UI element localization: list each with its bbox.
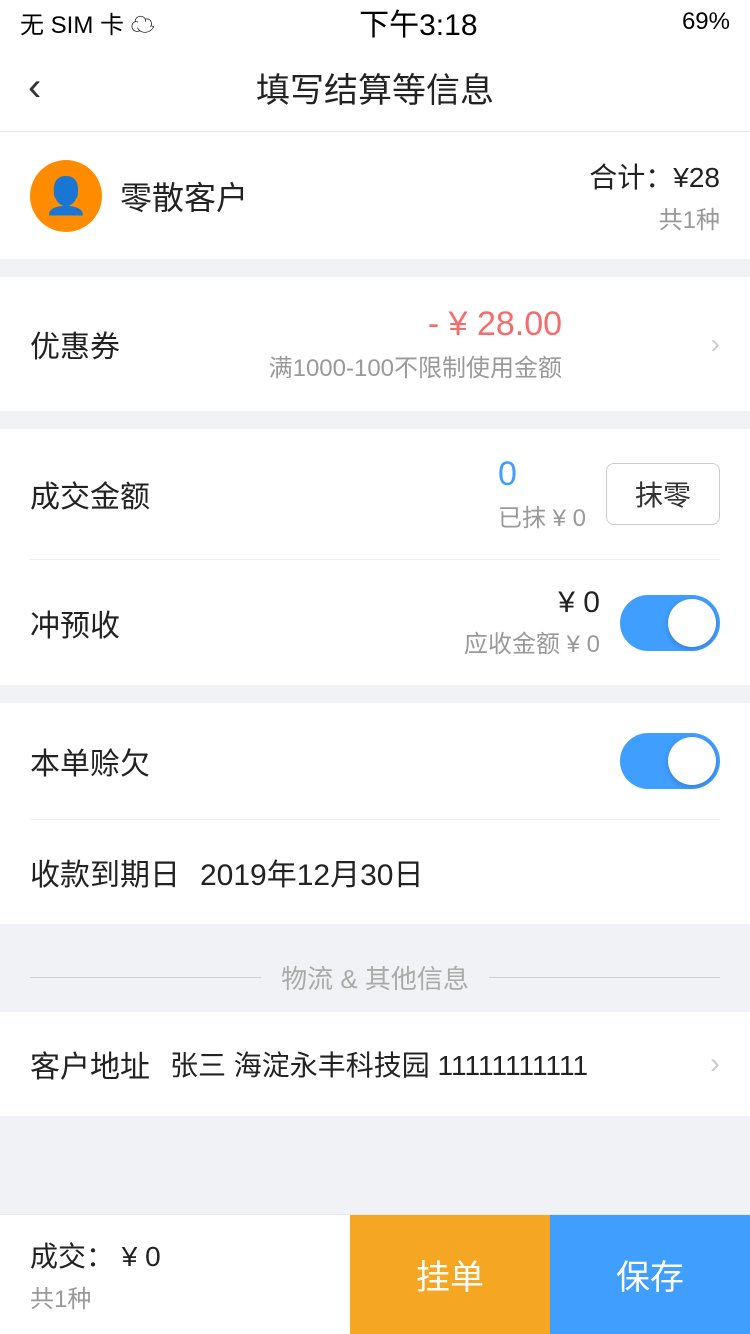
coupon-label: 优惠券 [30, 322, 120, 366]
bottom-deal-amount: 成交： ¥ 0 [30, 1235, 320, 1275]
debt-toggle[interactable] [620, 733, 720, 789]
back-button[interactable]: ‹ [28, 65, 41, 110]
coupon-amount: - ¥ 28.00 [428, 305, 562, 344]
status-left: 无 SIM 卡 ☁ [20, 5, 155, 40]
customer-name: 零散客户 [120, 173, 248, 219]
prepay-sub-amount: 应收金额 ¥ 0 [464, 624, 600, 659]
customer-total-section: 合计：¥28 共1种 [589, 156, 720, 235]
debt-section: 本单赊欠 收款到期日 2019年12月30日 [0, 703, 750, 924]
bottom-bar: 成交： ¥ 0 共1种 挂单 保存 [0, 1214, 750, 1334]
status-bar: 无 SIM 卡 ☁ 下午3:18 69% [0, 0, 750, 44]
coupon-section[interactable]: 优惠券 - ¥ 28.00 满1000-100不限制使用金额 › [0, 277, 750, 411]
customer-count: 共1种 [589, 200, 720, 235]
status-time: 下午3:18 [359, 0, 477, 44]
toggle-knob [668, 599, 716, 647]
address-chevron-icon: › [710, 1047, 720, 1081]
address-label: 客户地址 [30, 1042, 150, 1086]
deal-amount-sub: 已抹 ¥ 0 [498, 498, 586, 533]
sim-signal: 无 SIM 卡 ☁ [20, 5, 155, 40]
hold-order-button[interactable]: 挂单 [350, 1215, 550, 1334]
page-title: 填写结算等信息 [256, 63, 494, 112]
due-date-value: 2019年12月30日 [200, 850, 423, 894]
coupon-desc: 满1000-100不限制使用金额 [269, 348, 562, 383]
avatar-icon: 👤 [44, 175, 89, 217]
deal-amount-value: 0 [498, 455, 586, 494]
address-section[interactable]: 客户地址 张三 海淀永丰科技园 11111111111 › [0, 1012, 750, 1116]
content-area: 👤 零散客户 合计：¥28 共1种 优惠券 - ¥ 28.00 满1000-10… [0, 132, 750, 1254]
deal-amount-label: 成交金额 [30, 472, 150, 516]
prepay-right: ¥ 0 应收金额 ¥ 0 [464, 586, 720, 659]
prepay-amounts: ¥ 0 应收金额 ¥ 0 [464, 586, 600, 659]
avatar: 👤 [30, 160, 102, 232]
customer-info: 👤 零散客户 [30, 160, 248, 232]
address-left: 客户地址 张三 海淀永丰科技园 11111111111 [30, 1042, 588, 1086]
logistics-section-label: 物流 & 其他信息 [261, 959, 489, 996]
coupon-row[interactable]: 优惠券 - ¥ 28.00 满1000-100不限制使用金额 › [30, 277, 720, 411]
status-right: 69% [682, 8, 730, 36]
address-row[interactable]: 客户地址 张三 海淀永丰科技园 11111111111 › [30, 1012, 720, 1116]
bottom-info: 成交： ¥ 0 共1种 [0, 1215, 350, 1334]
deal-amount-row: 成交金额 0 已抹 ¥ 0 抹零 [30, 429, 720, 560]
address-value: 张三 海淀永丰科技园 11111111111 [170, 1044, 588, 1084]
deal-amount-right: 0 已抹 ¥ 0 抹零 [498, 455, 720, 533]
bottom-item-count: 共1种 [30, 1279, 320, 1314]
debt-toggle-knob [668, 737, 716, 785]
nav-bar: ‹ 填写结算等信息 [0, 44, 750, 132]
prepay-row: 冲预收 ¥ 0 应收金额 ¥ 0 [30, 560, 720, 685]
round-zero-button[interactable]: 抹零 [606, 463, 720, 525]
due-date-row[interactable]: 收款到期日 2019年12月30日 [30, 819, 720, 924]
due-date-label: 收款到期日 [30, 850, 180, 894]
battery-level: 69% [682, 8, 730, 36]
debt-row: 本单赊欠 [30, 703, 720, 819]
deal-section: 成交金额 0 已抹 ¥ 0 抹零 冲预收 ¥ 0 应收金额 ¥ 0 [0, 429, 750, 685]
debt-label: 本单赊欠 [30, 739, 150, 783]
customer-section: 👤 零散客户 合计：¥28 共1种 [0, 132, 750, 259]
coupon-chevron-icon: › [711, 328, 720, 360]
prepay-main-amount: ¥ 0 [464, 586, 600, 620]
prepay-label: 冲预收 [30, 601, 120, 645]
save-button[interactable]: 保存 [550, 1215, 750, 1334]
customer-total: 合计：¥28 [589, 156, 720, 196]
prepay-toggle[interactable] [620, 595, 720, 651]
logistics-divider: 物流 & 其他信息 [0, 942, 750, 1012]
